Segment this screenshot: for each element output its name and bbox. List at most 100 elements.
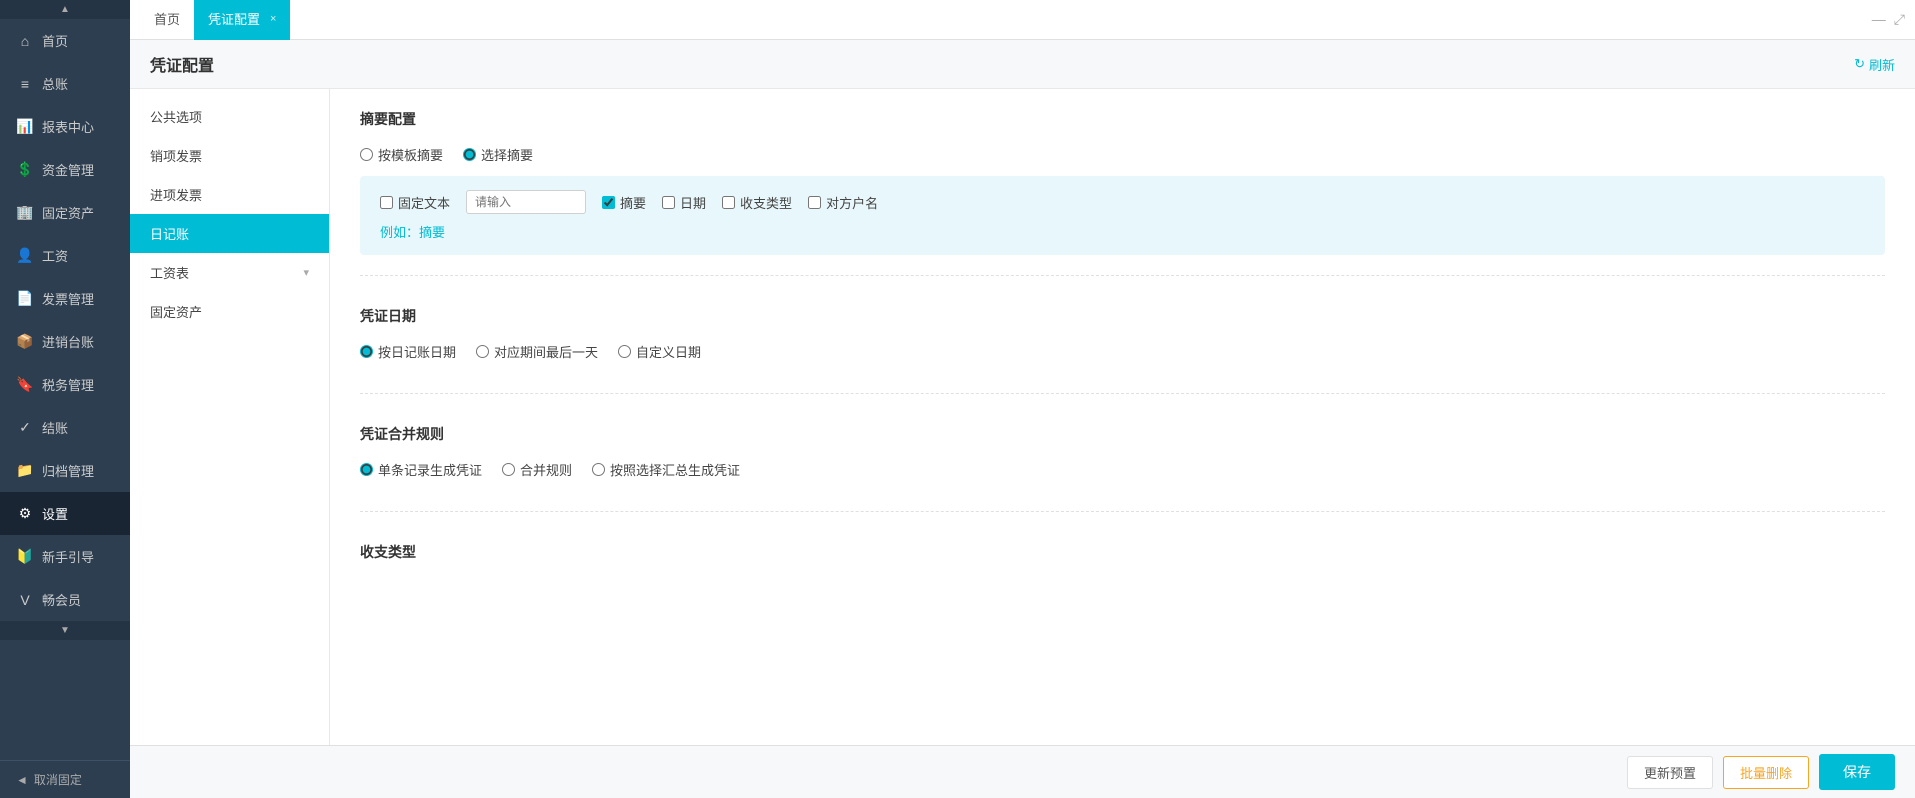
member-icon: V: [16, 592, 34, 608]
fund-icon: 💲: [16, 161, 34, 178]
radio-merge-rule[interactable]: 合并规则: [502, 460, 572, 479]
checkbox-payment-type[interactable]: 收支类型: [722, 193, 792, 212]
radio-by-selection[interactable]: 按照选择汇总生成凭证: [592, 460, 740, 479]
radio-merge-rule-input[interactable]: [502, 463, 515, 476]
summary-preview: 例如：摘要: [380, 222, 1865, 241]
chevron-down-icon: ▾: [303, 266, 309, 279]
sidebar-item-label: 税务管理: [42, 375, 94, 394]
sidebar-item-fund[interactable]: 💲 资金管理: [0, 148, 130, 191]
sidebar-item-report[interactable]: 📊 报表中心: [0, 105, 130, 148]
left-nav-sales-invoice-label: 销项发票: [150, 146, 202, 165]
sidebar-item-guide[interactable]: 🔰 新手引导: [0, 535, 130, 578]
left-nav-fixed-assets-label: 固定资产: [150, 302, 202, 321]
refresh-button[interactable]: ↻ 刷新: [1854, 55, 1895, 74]
sidebar-item-home[interactable]: ⌂ 首页: [0, 19, 130, 62]
guide-icon: 🔰: [16, 548, 34, 565]
radio-choose-summary-input[interactable]: [463, 148, 476, 161]
page-title: 凭证配置: [150, 52, 214, 76]
tab-bar: 首页 凭证配置 × — ⤢: [130, 0, 1915, 40]
checkbox-date[interactable]: 日期: [662, 193, 706, 212]
content-layout: 公共选项 销项发票 进项发票 日记账 工资表 ▾ 固定资产 摘要配置: [130, 89, 1915, 745]
left-nav-public-label: 公共选项: [150, 107, 202, 126]
radio-custom-date[interactable]: 自定义日期: [618, 342, 701, 361]
left-nav-journal[interactable]: 日记账: [130, 214, 329, 253]
radio-single-record[interactable]: 单条记录生成凭证: [360, 460, 482, 479]
date-section: 凭证日期 按日记账日期 对应期间最后一天 自定义日期: [360, 306, 1885, 394]
sidebar-item-settings[interactable]: ⚙ 设置: [0, 492, 130, 535]
checkbox-fixed-text-input[interactable]: [380, 196, 393, 209]
merge-radio-row: 单条记录生成凭证 合并规则 按照选择汇总生成凭证: [360, 460, 1885, 479]
checkbox-counterpart-label: 对方户名: [826, 193, 878, 212]
radio-choose-summary[interactable]: 选择摘要: [463, 145, 533, 164]
minimize-icon[interactable]: —: [1872, 11, 1886, 28]
sidebar-item-label: 首页: [42, 31, 68, 50]
tab-close-icon[interactable]: ×: [270, 13, 276, 25]
sidebar-item-invoice[interactable]: 📄 发票管理: [0, 277, 130, 320]
trade-icon: 📦: [16, 333, 34, 350]
checkbox-date-input[interactable]: [662, 196, 675, 209]
sidebar-item-label: 设置: [42, 504, 68, 523]
batch-delete-button[interactable]: 批量删除: [1723, 756, 1809, 789]
radio-single-record-input[interactable]: [360, 463, 373, 476]
tab-voucher-config-label: 凭证配置: [208, 9, 260, 28]
merge-title: 凭证合并规则: [360, 424, 1885, 444]
save-button[interactable]: 保存: [1819, 754, 1895, 790]
radio-by-selection-input[interactable]: [592, 463, 605, 476]
left-nav-purchase-invoice[interactable]: 进项发票: [130, 175, 329, 214]
fixed-text-input[interactable]: [466, 190, 586, 214]
checkbox-payment-type-input[interactable]: [722, 196, 735, 209]
update-preview-button[interactable]: 更新预置: [1627, 756, 1713, 789]
left-nav-sales-invoice[interactable]: 销项发票: [130, 136, 329, 175]
page-header: 凭证配置 ↻ 刷新: [130, 40, 1915, 89]
bottom-bar: 更新预置 批量删除 保存: [130, 745, 1915, 798]
left-nav-public[interactable]: 公共选项: [130, 97, 329, 136]
sidebar-item-settle[interactable]: ✓ 结账: [0, 406, 130, 449]
radio-last-day-input[interactable]: [476, 345, 489, 358]
refresh-label: 刷新: [1869, 55, 1895, 74]
radio-journal-date[interactable]: 按日记账日期: [360, 342, 456, 361]
radio-last-day[interactable]: 对应期间最后一天: [476, 342, 598, 361]
summary-title: 摘要配置: [360, 109, 1885, 129]
radio-journal-date-input[interactable]: [360, 345, 373, 358]
checkbox-fixed-text[interactable]: 固定文本: [380, 193, 450, 212]
sidebar-item-assets[interactable]: 🏢 固定资产: [0, 191, 130, 234]
radio-single-record-label: 单条记录生成凭证: [378, 460, 482, 479]
settings-icon: ⚙: [16, 505, 34, 522]
left-nav-journal-label: 日记账: [150, 224, 189, 243]
checkbox-summary-label: 摘要: [620, 193, 646, 212]
summary-radio-row: 按模板摘要 选择摘要: [360, 145, 1885, 164]
checkbox-summary-input[interactable]: [602, 196, 615, 209]
date-title: 凭证日期: [360, 306, 1885, 326]
sidebar-item-archive[interactable]: 📁 归档管理: [0, 449, 130, 492]
sidebar-item-ledger[interactable]: ≡ 总账: [0, 62, 130, 105]
tab-home[interactable]: 首页: [140, 0, 194, 40]
tab-voucher-config[interactable]: 凭证配置 ×: [194, 0, 290, 40]
tab-bar-actions: — ⤢: [1872, 11, 1905, 28]
sidebar-item-trade[interactable]: 📦 进销台账: [0, 320, 130, 363]
radio-choose-summary-label: 选择摘要: [481, 145, 533, 164]
sidebar-item-label: 归档管理: [42, 461, 94, 480]
radio-by-selection-label: 按照选择汇总生成凭证: [610, 460, 740, 479]
radio-journal-date-label: 按日记账日期: [378, 342, 456, 361]
radio-custom-date-input[interactable]: [618, 345, 631, 358]
left-nav-fixed-assets[interactable]: 固定资产: [130, 292, 329, 331]
sidebar-item-label: 工资: [42, 246, 68, 265]
checkbox-summary[interactable]: 摘要: [602, 193, 646, 212]
left-nav-payroll-table[interactable]: 工资表 ▾: [130, 253, 329, 292]
pin-icon: ◄: [16, 773, 28, 787]
checkbox-counterpart-input[interactable]: [808, 196, 821, 209]
checkbox-counterpart[interactable]: 对方户名: [808, 193, 878, 212]
preview-prefix: 例如：: [380, 225, 419, 240]
sidebar-item-member[interactable]: V 畅会员: [0, 578, 130, 621]
date-radio-row: 按日记账日期 对应期间最后一天 自定义日期: [360, 342, 1885, 361]
sidebar-scroll-up[interactable]: ▲: [0, 0, 130, 19]
sidebar-item-tax[interactable]: 🔖 税务管理: [0, 363, 130, 406]
left-nav-payroll-table-label: 工资表: [150, 263, 189, 282]
radio-template-summary-input[interactable]: [360, 148, 373, 161]
maximize-icon[interactable]: ⤢: [1894, 11, 1905, 28]
sidebar-item-payroll[interactable]: 👤 工资: [0, 234, 130, 277]
sidebar-scroll-down[interactable]: ▼: [0, 621, 130, 640]
sidebar-unpin-button[interactable]: ◄ 取消固定: [0, 760, 130, 798]
radio-template-summary[interactable]: 按模板摘要: [360, 145, 443, 164]
merge-section: 凭证合并规则 单条记录生成凭证 合并规则 按照选择汇总生成凭证: [360, 424, 1885, 512]
